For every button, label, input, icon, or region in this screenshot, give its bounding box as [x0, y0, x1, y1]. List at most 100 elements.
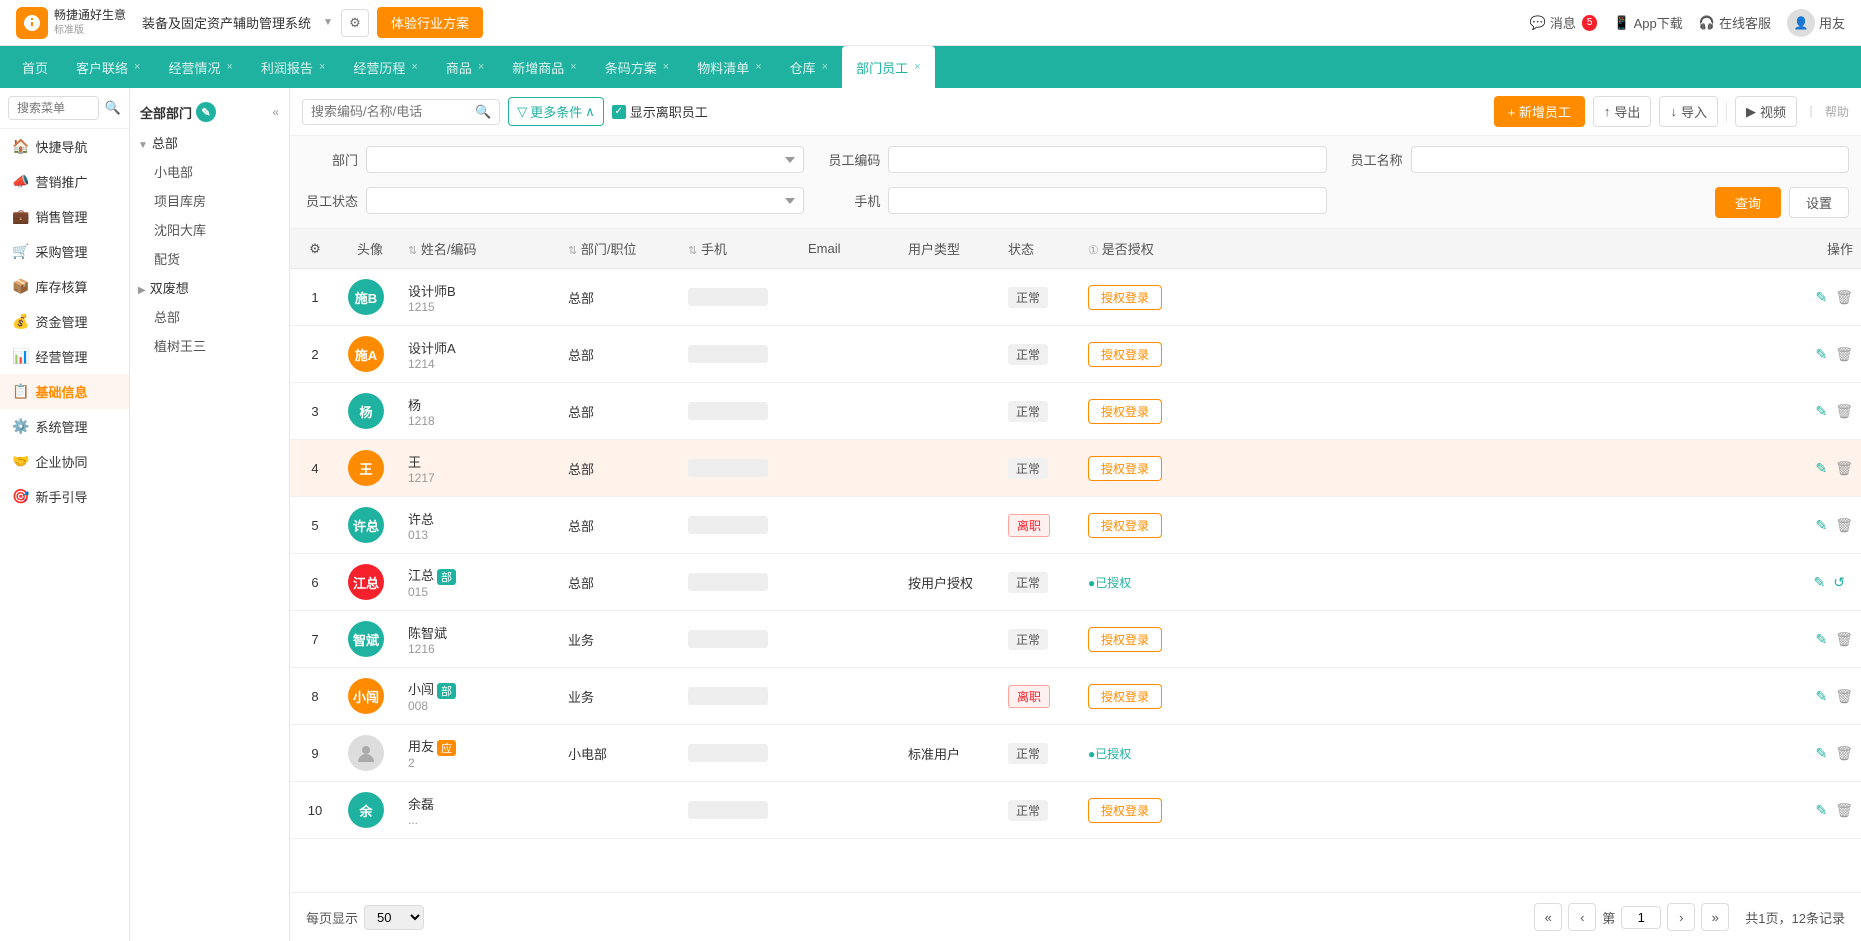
close-icon[interactable]: × [755, 61, 761, 73]
auth-login-button[interactable]: 授权登录 [1088, 513, 1162, 538]
edit-icon[interactable]: ✎ [1815, 460, 1827, 476]
video-button[interactable]: ▶ 视频 [1735, 96, 1797, 127]
dept-node-shenyang[interactable]: 沈阳大库 [130, 215, 289, 244]
messages-item[interactable]: 💬 消息 5 [1530, 13, 1598, 32]
system-dropdown-icon[interactable]: ▼ [323, 17, 333, 28]
col-settings[interactable]: ⚙ [290, 229, 340, 269]
edit-icon[interactable]: ✎ [1815, 631, 1827, 647]
dept-node-shuangfei[interactable]: ▶双废想 [130, 273, 289, 302]
filter-empcode-input[interactable] [888, 146, 1326, 173]
nav-tab-addgoods[interactable]: 新增商品 × [498, 46, 590, 88]
nav-tab-business[interactable]: 经营情况 × [154, 46, 246, 88]
filter-status-select[interactable] [366, 187, 804, 214]
sidebar-item-system[interactable]: ⚙️ 系统管理 [0, 409, 129, 444]
export-button[interactable]: ↑ 导出 [1593, 96, 1652, 127]
sidebar-item-purchase[interactable]: 🛒 采购管理 [0, 234, 129, 269]
delete-icon[interactable]: 🗑 [1835, 289, 1853, 305]
restore-icon[interactable]: ↺ [1833, 574, 1845, 590]
dept-edit-icon[interactable]: ✎ [196, 102, 216, 122]
search-input[interactable] [311, 104, 471, 119]
add-employee-button[interactable]: + 新增员工 [1494, 96, 1585, 127]
first-page-button[interactable]: « [1534, 903, 1562, 931]
filter-dept-select[interactable] [366, 146, 804, 173]
search-menu-input[interactable] [8, 96, 99, 120]
sidebar-item-basicinfo[interactable]: 📋 基础信息 [0, 374, 129, 409]
help-text[interactable]: ｜ [1805, 103, 1817, 120]
user-item[interactable]: 👤 用友 [1787, 9, 1845, 37]
col-dept[interactable]: ⇅ 部门/职位 [560, 229, 680, 269]
close-icon[interactable]: × [914, 61, 920, 73]
dept-node-projroom[interactable]: 项目库房 [130, 186, 289, 215]
edit-icon[interactable]: ✎ [1815, 802, 1827, 818]
gear-button[interactable]: ⚙ [341, 9, 369, 37]
dept-node-zongbu2[interactable]: 总部 [130, 302, 289, 331]
nav-tab-dept-staff[interactable]: 部门员工 × [842, 46, 934, 88]
delete-icon[interactable]: 🗑 [1835, 460, 1853, 476]
edit-icon[interactable]: ✎ [1815, 517, 1827, 533]
nav-tab-barcode[interactable]: 条码方案 × [591, 46, 683, 88]
sidebar-item-collab[interactable]: 🤝 企业协同 [0, 444, 129, 479]
auth-login-button[interactable]: 授权登录 [1088, 399, 1162, 424]
app-download-item[interactable]: 📱 App下载 [1613, 13, 1682, 32]
filter-empname-input[interactable] [1411, 146, 1849, 173]
edit-icon[interactable]: ✎ [1815, 346, 1827, 362]
edit-icon[interactable]: ✎ [1815, 403, 1827, 419]
edit-icon[interactable]: ✎ [1815, 289, 1827, 305]
import-button[interactable]: ↓ 导入 [1659, 96, 1718, 127]
nav-tab-profit[interactable]: 利润报告 × [247, 46, 339, 88]
auth-login-button[interactable]: 授权登录 [1088, 456, 1162, 481]
delete-icon[interactable]: 🗑 [1835, 631, 1853, 647]
sidebar-item-bizmanage[interactable]: 📊 经营管理 [0, 339, 129, 374]
edit-icon[interactable]: ✎ [1814, 574, 1826, 590]
sidebar-item-finance[interactable]: 💰 资金管理 [0, 304, 129, 339]
help-label[interactable]: 帮助 [1825, 103, 1849, 120]
close-icon[interactable]: × [319, 61, 325, 73]
close-icon[interactable]: × [411, 61, 417, 73]
last-page-button[interactable]: » [1701, 903, 1729, 931]
close-icon[interactable]: × [226, 61, 232, 73]
sidebar-item-inventory[interactable]: 📦 库存核算 [0, 269, 129, 304]
col-mobile[interactable]: ⇅ 手机 [680, 229, 800, 269]
edit-icon[interactable]: ✎ [1815, 688, 1827, 704]
dept-node-head[interactable]: ▼总部 [130, 128, 289, 157]
delete-icon[interactable]: 🗑 [1835, 745, 1853, 761]
auth-login-button[interactable]: 授权登录 [1088, 285, 1162, 310]
dept-collapse-icon[interactable]: « [272, 105, 279, 119]
dept-node-xiaodibu[interactable]: 小电部 [130, 157, 289, 186]
nav-tab-goods[interactable]: 商品 × [432, 46, 498, 88]
current-page-input[interactable] [1621, 906, 1661, 929]
delete-icon[interactable]: 🗑 [1835, 346, 1853, 362]
sidebar-item-sales[interactable]: 💼 销售管理 [0, 199, 129, 234]
auth-login-button[interactable]: 授权登录 [1088, 798, 1162, 823]
trial-button[interactable]: 体验行业方案 [377, 7, 483, 38]
prev-page-button[interactable]: ‹ [1568, 903, 1596, 931]
show-resigned-toggle[interactable]: ✓ 显示离职员工 [612, 102, 708, 121]
close-icon[interactable]: × [663, 61, 669, 73]
close-icon[interactable]: × [570, 61, 576, 73]
page-size-select[interactable]: 50 100 200 [364, 905, 424, 930]
set-button[interactable]: 设置 [1789, 187, 1849, 218]
delete-icon[interactable]: 🗑 [1835, 688, 1853, 704]
close-icon[interactable]: × [134, 61, 140, 73]
nav-tab-home[interactable]: 首页 [8, 46, 62, 88]
next-page-button[interactable]: › [1667, 903, 1695, 931]
close-icon[interactable]: × [822, 61, 828, 73]
nav-tab-warehouse[interactable]: 仓库 × [776, 46, 842, 88]
dept-node-zhishu[interactable]: 植树王三 [130, 331, 289, 360]
close-icon[interactable]: × [478, 61, 484, 73]
col-name[interactable]: ⇅ 姓名/编码 [400, 229, 560, 269]
online-service-item[interactable]: 🎧 在线客服 [1699, 13, 1771, 32]
auth-login-button[interactable]: 授权登录 [1088, 342, 1162, 367]
delete-icon[interactable]: 🗑 [1835, 802, 1853, 818]
auth-login-button[interactable]: 授权登录 [1088, 627, 1162, 652]
dept-node-peihuo[interactable]: 配货 [130, 244, 289, 273]
edit-icon[interactable]: ✎ [1815, 745, 1827, 761]
nav-tab-bom[interactable]: 物料清单 × [683, 46, 775, 88]
nav-tab-journey[interactable]: 经营历程 × [339, 46, 431, 88]
more-filter-button[interactable]: ▽ 更多条件 ∧ [508, 97, 604, 126]
delete-icon[interactable]: 🗑 [1835, 517, 1853, 533]
sidebar-item-quicknav[interactable]: 🏠 快捷导航 [0, 129, 129, 164]
nav-tab-customer[interactable]: 客户联络 × [62, 46, 154, 88]
sidebar-item-guide[interactable]: 🎯 新手引导 [0, 479, 129, 514]
filter-phone-input[interactable] [888, 187, 1326, 214]
